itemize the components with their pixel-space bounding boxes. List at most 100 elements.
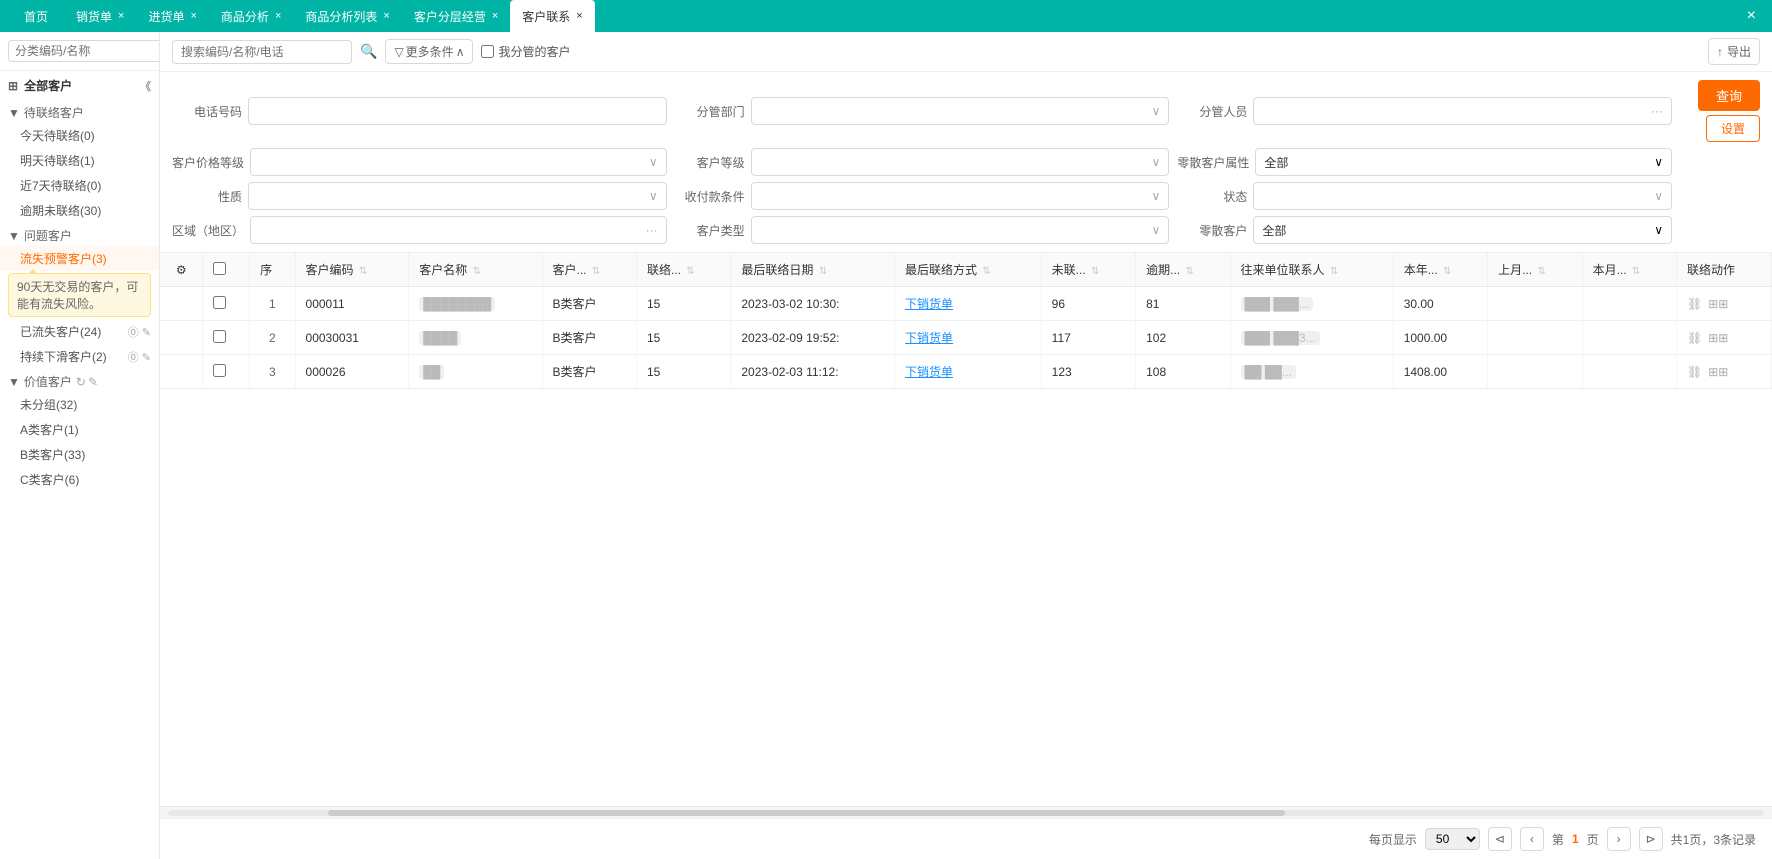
action-link-icon[interactable]: ⛓: [1687, 365, 1702, 379]
action-column-header: 联络动作: [1677, 253, 1772, 287]
last-page-button[interactable]: ⊳: [1639, 827, 1663, 851]
name-column-header[interactable]: 客户名称 ⇅: [409, 253, 542, 287]
dept-select[interactable]: ∨: [751, 97, 1170, 125]
close-all-tabs-button[interactable]: ×: [1739, 7, 1764, 25]
nav-tab-analysis[interactable]: 商品分析 ×: [209, 0, 293, 32]
sidebar-item-class-b[interactable]: B类客户(33): [0, 442, 159, 467]
pagination-bar: 每页显示 50 100 200 ⊲ ‹ 第 1 页 › ⊳ 共1页，3条记录: [160, 818, 1772, 859]
analysis-tab-close[interactable]: ×: [275, 10, 281, 22]
this-year-column-header[interactable]: 本年... ⇅: [1393, 253, 1487, 287]
settings-column-header[interactable]: ⚙: [160, 253, 203, 287]
sidebar-item-ungrouped[interactable]: 未分组(32): [0, 392, 159, 417]
nav-tab-home[interactable]: 首页: [8, 0, 64, 32]
overdue-column-header[interactable]: 逾期... ⇅: [1136, 253, 1230, 287]
prev-page-button[interactable]: ‹: [1520, 827, 1544, 851]
search-input[interactable]: [172, 40, 352, 64]
row-checkbox[interactable]: [203, 355, 250, 389]
price-level-field: 客户价格等级 ∨: [172, 148, 667, 176]
phone-input[interactable]: [248, 97, 667, 125]
status-select[interactable]: ∨: [1253, 182, 1672, 210]
row-last-method[interactable]: 下销货单: [895, 287, 1042, 321]
more-conditions-button[interactable]: ▽ 更多条件 ∧: [385, 39, 473, 64]
sidebar-search-input[interactable]: [8, 40, 160, 62]
code-column-header[interactable]: 客户编码 ⇅: [295, 253, 409, 287]
contact2-column-header[interactable]: 往来单位联系人 ⇅: [1230, 253, 1393, 287]
region-select[interactable]: ···: [250, 216, 667, 244]
purchase-tab-label: 进货单: [148, 8, 184, 25]
row-checkbox[interactable]: [203, 321, 250, 355]
refresh-icon[interactable]: ↻: [76, 375, 86, 389]
horizontal-scrollbar[interactable]: [168, 810, 1764, 816]
all-customers-header[interactable]: ⊞ 全部客户 《: [0, 71, 159, 100]
checkbox-column-header[interactable]: [203, 253, 250, 287]
sidebar-item-overdue-contact[interactable]: 逾期未联络(30): [0, 198, 159, 223]
row-last-method[interactable]: 下销货单: [895, 321, 1042, 355]
sidebar-item-class-a[interactable]: A类客户(1): [0, 417, 159, 442]
retail-attr-select[interactable]: 全部 ∨: [1255, 148, 1672, 176]
class-c-label: C类客户(6): [20, 473, 79, 487]
nav-tab-purchase[interactable]: 进货单 ×: [136, 0, 208, 32]
type-column-header[interactable]: 客户... ⇅: [542, 253, 636, 287]
sidebar-item-class-c[interactable]: C类客户(6): [0, 467, 159, 492]
customer-level-select[interactable]: ∨: [751, 148, 1170, 176]
action-grid-icon[interactable]: ⊞⊞: [1708, 365, 1728, 379]
price-level-label: 客户价格等级: [172, 154, 244, 171]
group-problem-customers[interactable]: ▼ 问题客户: [0, 223, 159, 246]
nav-tab-sales[interactable]: 销货单 ×: [64, 0, 136, 32]
last-method-column-header[interactable]: 最后联络方式 ⇅: [895, 253, 1042, 287]
sidebar-item-churn-warning[interactable]: 流失预警客户(3): [0, 246, 159, 271]
export-button[interactable]: ↑ 导出: [1708, 38, 1760, 65]
uncontact-column-header[interactable]: 未联... ⇅: [1041, 253, 1135, 287]
contact-column-header[interactable]: 联络... ⇅: [636, 253, 730, 287]
select-all-checkbox[interactable]: [213, 262, 226, 275]
sidebar-item-tomorrow-contact[interactable]: 明天待联络(1): [0, 148, 159, 173]
sidebar-item-week-contact[interactable]: 近7天待联络(0): [0, 173, 159, 198]
next-page-button[interactable]: ›: [1607, 827, 1631, 851]
page-size-label: 每页显示: [1369, 831, 1417, 848]
manager-select[interactable]: ···: [1253, 97, 1672, 125]
top-navigation: 首页 销货单 × 进货单 × 商品分析 × 商品分析列表 × 客户分层经营 × …: [0, 0, 1772, 32]
payment-select[interactable]: ∨: [751, 182, 1170, 210]
price-level-select[interactable]: ∨: [250, 148, 667, 176]
row-last-method[interactable]: 下销货单: [895, 355, 1042, 389]
settings-button[interactable]: 设置: [1706, 115, 1760, 142]
manager-field: 分管人员 ···: [1177, 97, 1672, 125]
nature-select[interactable]: ∨: [248, 182, 667, 210]
edit-icon[interactable]: ✎: [88, 375, 98, 389]
row-checkbox[interactable]: [203, 287, 250, 321]
page-size-select[interactable]: 50 100 200: [1425, 828, 1480, 850]
nav-tab-customer-contact[interactable]: 客户联系 ×: [510, 0, 594, 32]
analysis-list-tab-close[interactable]: ×: [383, 10, 389, 22]
action-link-icon[interactable]: ⛓: [1687, 297, 1702, 311]
scrollbar-thumb[interactable]: [328, 810, 1286, 816]
retail-customer-select[interactable]: 全部 ∨: [1253, 216, 1672, 244]
search-button[interactable]: 🔍: [360, 43, 377, 60]
purchase-tab-close[interactable]: ×: [190, 10, 196, 22]
table-area: ⚙ 序 客户编码 ⇅ 客户名称 ⇅ 客户... ⇅ 联络... ⇅ 最后联络日期…: [160, 253, 1772, 806]
action-grid-icon[interactable]: ⊞⊞: [1708, 331, 1728, 345]
query-button[interactable]: 查询: [1698, 80, 1760, 111]
action-grid-icon[interactable]: ⊞⊞: [1708, 297, 1728, 311]
total-info: 共1页，3条记录: [1671, 831, 1756, 848]
nav-tab-analysis-list[interactable]: 商品分析列表 ×: [293, 0, 401, 32]
sidebar-item-today-contact[interactable]: 今天待联络(0): [0, 123, 159, 148]
class-a-label: A类客户(1): [20, 423, 79, 437]
my-customers-checkbox[interactable]: [481, 45, 494, 58]
last-month-column-header[interactable]: 上月... ⇅: [1488, 253, 1582, 287]
sidebar-item-declining[interactable]: 持续下滑客户(2) ⓪ ✎: [0, 344, 159, 369]
filter-bar: 🔍 ▽ 更多条件 ∧ 我分管的客户 ↑ 导出: [160, 32, 1772, 72]
group-value-customers[interactable]: ▼ 价值客户 ↻ ✎: [0, 369, 159, 392]
customer-contact-tab-close[interactable]: ×: [576, 10, 582, 22]
first-page-button[interactable]: ⊲: [1488, 827, 1512, 851]
customer-layer-tab-close[interactable]: ×: [492, 10, 498, 22]
this-month-column-header[interactable]: 本月... ⇅: [1582, 253, 1676, 287]
customer-type-select[interactable]: ∨: [751, 216, 1170, 244]
action-link-icon[interactable]: ⛓: [1687, 331, 1702, 345]
row-actions: ⛓ ⊞⊞: [1677, 321, 1772, 355]
sidebar-item-churned[interactable]: 已流失客户(24) ⓪ ✎: [0, 319, 159, 344]
customer-contact-tab-label: 客户联系: [522, 8, 570, 25]
sales-tab-close[interactable]: ×: [118, 10, 124, 22]
last-date-column-header[interactable]: 最后联络日期 ⇅: [731, 253, 895, 287]
group-pending-contact[interactable]: ▼ 待联络客户: [0, 100, 159, 123]
nav-tab-customer-layer[interactable]: 客户分层经营 ×: [402, 0, 510, 32]
